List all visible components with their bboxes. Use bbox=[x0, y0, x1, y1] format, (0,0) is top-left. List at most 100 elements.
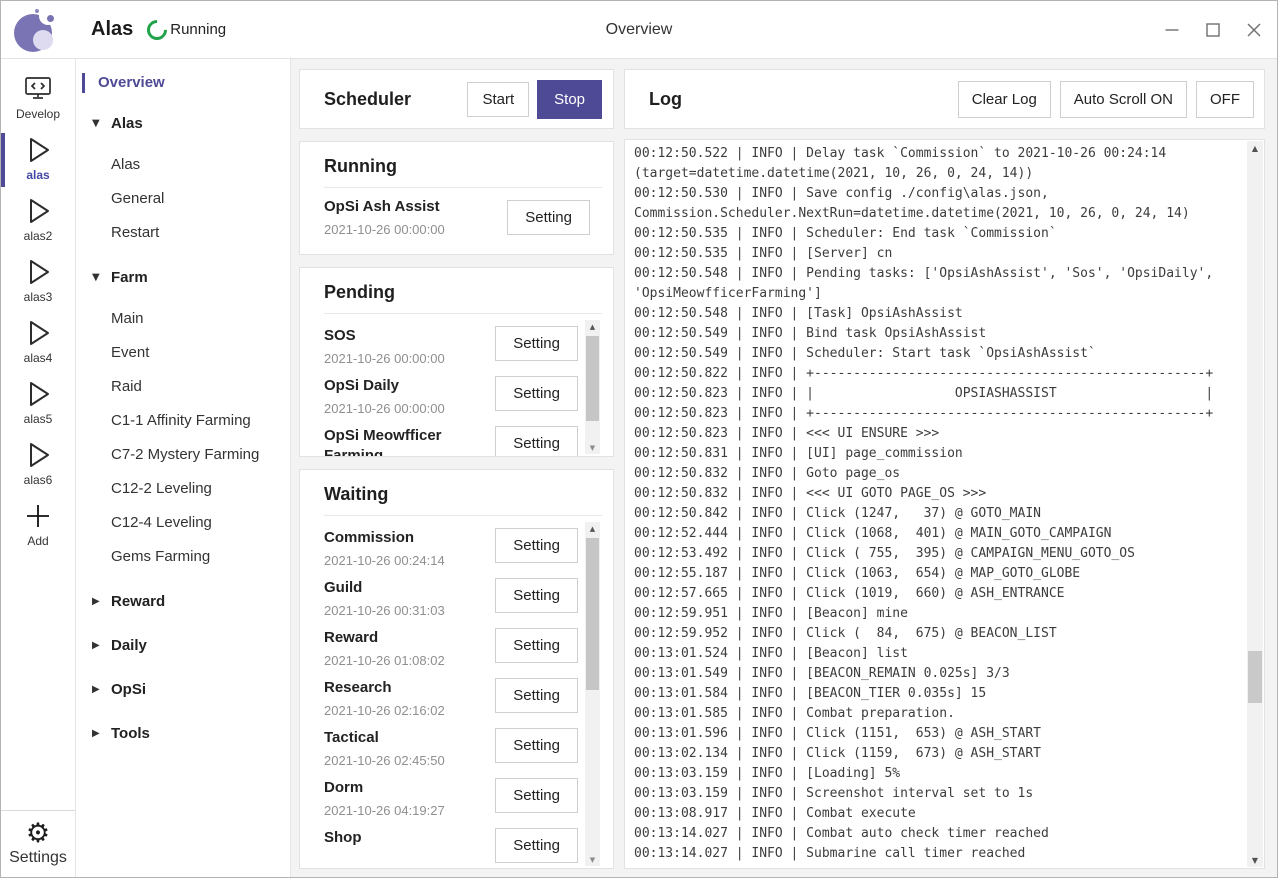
rail-item-alas3[interactable]: alas3 bbox=[1, 255, 75, 304]
scrollbar-thumb[interactable] bbox=[586, 538, 599, 690]
setting-button[interactable]: Setting bbox=[495, 728, 578, 763]
nav-item-gems-farming[interactable]: Gems Farming bbox=[111, 547, 290, 567]
setting-button[interactable]: Setting bbox=[495, 828, 578, 863]
log-output[interactable]: 00:12:50.522 | INFO | Delay task `Commis… bbox=[624, 139, 1265, 869]
log-title: Log bbox=[649, 89, 682, 110]
task-time: 2021-10-26 00:31:03 bbox=[324, 603, 489, 618]
chevron-right-icon: ▶ bbox=[92, 636, 102, 656]
setting-button[interactable]: Setting bbox=[495, 628, 578, 663]
divider bbox=[324, 313, 602, 314]
waiting-scrollbar[interactable]: ▲ ▼ bbox=[585, 522, 600, 866]
auto-scroll-off-button[interactable]: OFF bbox=[1196, 81, 1254, 118]
setting-button[interactable]: Setting bbox=[495, 326, 578, 361]
scroll-up-icon[interactable]: ▲ bbox=[1247, 141, 1263, 155]
setting-button[interactable]: Setting bbox=[495, 678, 578, 713]
scheduler-card: Scheduler Start Stop bbox=[299, 69, 614, 129]
clear-log-button[interactable]: Clear Log bbox=[958, 81, 1051, 118]
task-row: OpSi Ash Assist 2021-10-26 00:00:00 Sett… bbox=[324, 197, 602, 237]
nav-item-c12-2-leveling[interactable]: C12-2 Leveling bbox=[111, 479, 290, 499]
task-time: 2021-10-26 02:16:02 bbox=[324, 703, 489, 718]
divider bbox=[324, 515, 602, 516]
nav-item-c12-4-leveling[interactable]: C12-4 Leveling bbox=[111, 513, 290, 533]
task-time: 2021-10-26 02:45:50 bbox=[324, 753, 489, 768]
nav-section-daily[interactable]: ▶ Daily bbox=[92, 636, 290, 656]
pending-scrollbar[interactable]: ▲ ▼ bbox=[585, 320, 600, 454]
nav-item-main[interactable]: Main bbox=[111, 309, 290, 329]
rail-item-add[interactable]: Add bbox=[1, 499, 75, 548]
rail-item-alas4[interactable]: alas4 bbox=[1, 316, 75, 365]
rail-item-alas5[interactable]: alas5 bbox=[1, 377, 75, 426]
auto-scroll-on-button[interactable]: Auto Scroll ON bbox=[1060, 81, 1187, 118]
rail-item-label: alas3 bbox=[24, 290, 53, 304]
scheduler-column: Scheduler Start Stop Running OpSi Ash As… bbox=[299, 69, 614, 869]
rail-settings[interactable]: ⚙ Settings bbox=[1, 810, 75, 877]
task-name: OpSi Daily bbox=[324, 376, 484, 396]
rail-item-alas[interactable]: alas bbox=[1, 133, 75, 182]
task-info: Dorm 2021-10-26 04:19:27 bbox=[324, 778, 495, 818]
task-info: Commission 2021-10-26 00:24:14 bbox=[324, 528, 495, 568]
nav-section-alas[interactable]: ▼ Alas bbox=[92, 114, 290, 134]
nav-item-raid[interactable]: Raid bbox=[111, 377, 290, 397]
close-button[interactable] bbox=[1247, 23, 1261, 37]
nav-section-opsi[interactable]: ▶ OpSi bbox=[92, 680, 290, 700]
chevron-down-icon: ▼ bbox=[92, 114, 102, 134]
scroll-down-icon[interactable]: ▼ bbox=[585, 441, 600, 454]
window-controls bbox=[1165, 1, 1261, 58]
maximize-button[interactable] bbox=[1206, 23, 1220, 37]
nav-section-tools[interactable]: ▶ Tools bbox=[92, 724, 290, 744]
nav-section-label: Tools bbox=[111, 724, 150, 744]
log-header-card: Log Clear Log Auto Scroll ON OFF bbox=[624, 69, 1265, 129]
scroll-up-icon[interactable]: ▲ bbox=[585, 522, 600, 535]
task-row: OpSi Meowfficer Farming Setting bbox=[324, 418, 602, 456]
start-button[interactable]: Start bbox=[467, 82, 529, 117]
rail-item-develop[interactable]: Develop bbox=[1, 72, 75, 121]
task-name: Guild bbox=[324, 578, 484, 598]
nav-section-label: Alas bbox=[111, 114, 143, 134]
nav-item-c7-2-mystery-farming[interactable]: C7-2 Mystery Farming bbox=[111, 445, 290, 465]
rail-item-label: alas2 bbox=[24, 229, 53, 243]
setting-button[interactable]: Setting bbox=[495, 426, 578, 456]
setting-button[interactable]: Setting bbox=[495, 778, 578, 813]
nav-item-restart[interactable]: Restart bbox=[111, 223, 290, 243]
nav-section-farm[interactable]: ▼ Farm bbox=[92, 268, 290, 288]
nav-item-general[interactable]: General bbox=[111, 189, 290, 209]
task-row: Shop Setting bbox=[324, 820, 602, 868]
task-row: Tactical 2021-10-26 02:45:50 Setting bbox=[324, 720, 602, 770]
scroll-down-icon[interactable]: ▼ bbox=[585, 853, 600, 866]
task-name: OpSi Ash Assist bbox=[324, 197, 484, 217]
instance-rail: Develop alas alas2 alas3 bbox=[1, 59, 76, 877]
chevron-down-icon: ▼ bbox=[92, 268, 102, 288]
pending-card: Pending SOS 2021-10-26 00:00:00 Setting bbox=[299, 267, 614, 457]
setting-button[interactable]: Setting bbox=[495, 528, 578, 563]
nav-item-overview[interactable]: Overview bbox=[82, 73, 290, 93]
task-info: Research 2021-10-26 02:16:02 bbox=[324, 678, 495, 718]
task-time: 2021-10-26 00:24:14 bbox=[324, 553, 489, 568]
task-info: Guild 2021-10-26 00:31:03 bbox=[324, 578, 495, 618]
task-row: Guild 2021-10-26 00:31:03 Setting bbox=[324, 570, 602, 620]
nav-item-c1-1-affinity-farming[interactable]: C1-1 Affinity Farming bbox=[111, 411, 290, 431]
scroll-down-icon[interactable]: ▼ bbox=[1247, 853, 1263, 867]
rail-item-alas6[interactable]: alas6 bbox=[1, 438, 75, 487]
content-area: Scheduler Start Stop Running OpSi Ash As… bbox=[291, 59, 1277, 877]
scheduler-title: Scheduler bbox=[324, 89, 411, 110]
setting-button[interactable]: Setting bbox=[495, 578, 578, 613]
nav-section-reward[interactable]: ▶ Reward bbox=[92, 592, 290, 612]
plus-icon bbox=[23, 499, 53, 533]
task-name: Tactical bbox=[324, 728, 484, 748]
minimize-button[interactable] bbox=[1165, 23, 1179, 37]
task-name: Shop bbox=[324, 828, 484, 848]
scrollbar-thumb[interactable] bbox=[1248, 651, 1262, 703]
setting-button[interactable]: Setting bbox=[495, 376, 578, 411]
log-scrollbar[interactable]: ▲ ▼ bbox=[1247, 141, 1263, 867]
rail-item-label: alas6 bbox=[24, 473, 53, 487]
task-row: Dorm 2021-10-26 04:19:27 Setting bbox=[324, 770, 602, 820]
nav-item-alas[interactable]: Alas bbox=[111, 155, 290, 175]
task-name: OpSi Meowfficer Farming bbox=[324, 426, 484, 456]
setting-button[interactable]: Setting bbox=[507, 200, 590, 235]
rail-item-alas2[interactable]: alas2 bbox=[1, 194, 75, 243]
scroll-up-icon[interactable]: ▲ bbox=[585, 320, 600, 333]
scrollbar-thumb[interactable] bbox=[586, 336, 599, 421]
stop-button[interactable]: Stop bbox=[537, 80, 602, 119]
nav-item-event[interactable]: Event bbox=[111, 343, 290, 363]
task-row: Commission 2021-10-26 00:24:14 Setting bbox=[324, 520, 602, 570]
